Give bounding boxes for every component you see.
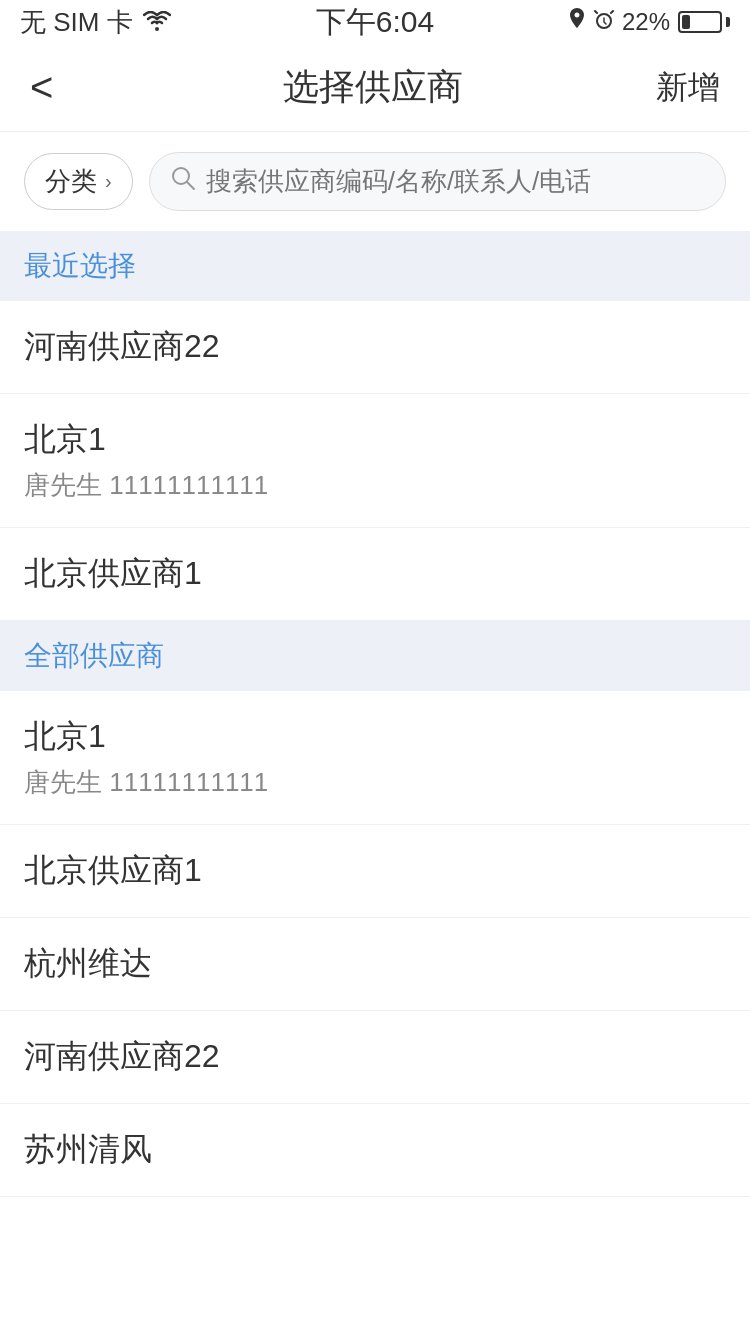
status-right: 22%: [568, 8, 730, 36]
status-left: 无 SIM 卡: [20, 5, 171, 40]
list-item[interactable]: 苏州清风: [0, 1104, 750, 1197]
list-item[interactable]: 北京1 唐先生 11111111111: [0, 691, 750, 825]
all-items-list: 北京1 唐先生 11111111111 北京供应商1 杭州维达河南供应商22 苏州清风: [0, 691, 750, 1197]
list-item[interactable]: 河南供应商22: [0, 301, 750, 394]
status-time: 下午6:04: [316, 2, 434, 43]
all-section-header: 全部供应商: [0, 621, 750, 691]
list-item[interactable]: 河南供应商22: [0, 1011, 750, 1104]
location-icon: [568, 8, 586, 36]
chevron-right-icon: ›: [105, 170, 112, 193]
back-button[interactable]: <: [30, 65, 90, 110]
item-name: 杭州维达: [24, 942, 726, 986]
search-icon: [170, 165, 196, 198]
list-item[interactable]: 北京供应商1: [0, 825, 750, 918]
svg-line-3: [187, 182, 194, 189]
status-bar: 无 SIM 卡 下午6:04 22%: [0, 0, 750, 44]
nav-bar: < 选择供应商 新增: [0, 44, 750, 132]
item-contact: 唐先生 11111111111: [24, 468, 726, 503]
page-title: 选择供应商: [283, 63, 463, 112]
item-name: 河南供应商22: [24, 325, 726, 369]
carrier-text: 无 SIM 卡: [20, 5, 133, 40]
item-name: 北京1: [24, 715, 726, 759]
battery-icon: [678, 11, 730, 33]
recent-section-title: 最近选择: [24, 250, 136, 281]
category-button[interactable]: 分类 ›: [24, 153, 133, 210]
item-name: 苏州清风: [24, 1128, 726, 1172]
wifi-icon: [143, 7, 171, 38]
item-contact: 唐先生 11111111111: [24, 765, 726, 800]
recent-items-list: 河南供应商22 北京1 唐先生 11111111111 北京供应商1: [0, 301, 750, 621]
item-name: 北京供应商1: [24, 849, 726, 893]
item-name: 北京1: [24, 418, 726, 462]
svg-point-0: [155, 27, 159, 31]
search-box: [149, 152, 726, 211]
all-section-title: 全部供应商: [24, 640, 164, 671]
alarm-icon: [594, 8, 614, 36]
recent-section-header: 最近选择: [0, 231, 750, 301]
category-label: 分类: [45, 164, 97, 199]
item-name: 北京供应商1: [24, 552, 726, 596]
list-item[interactable]: 北京供应商1: [0, 528, 750, 621]
filter-bar: 分类 ›: [0, 132, 750, 231]
battery-percentage: 22%: [622, 8, 670, 36]
search-input[interactable]: [206, 166, 705, 197]
list-item[interactable]: 杭州维达: [0, 918, 750, 1011]
list-item[interactable]: 北京1 唐先生 11111111111: [0, 394, 750, 528]
add-button[interactable]: 新增: [656, 66, 720, 110]
item-name: 河南供应商22: [24, 1035, 726, 1079]
